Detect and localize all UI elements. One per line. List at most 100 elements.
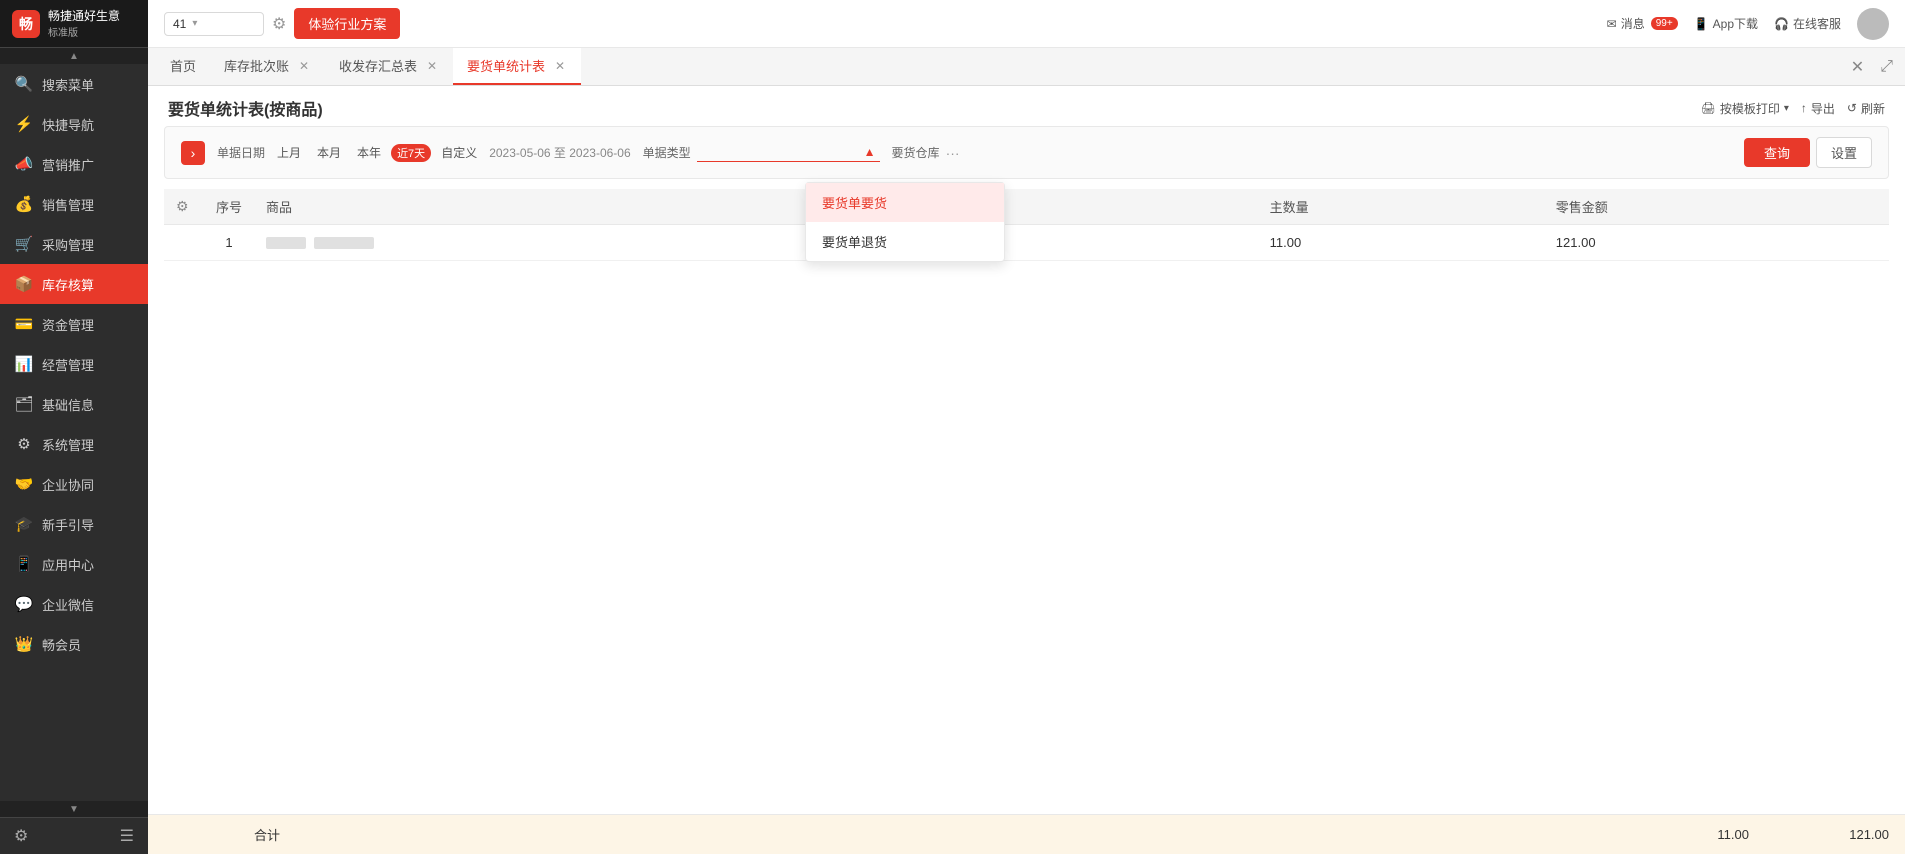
- filter-settings-button[interactable]: 设置: [1816, 137, 1872, 168]
- app-download-btn[interactable]: 📱 App下载: [1694, 15, 1758, 32]
- app-download-label: App下载: [1713, 15, 1758, 32]
- service-icon: 🎧: [1774, 17, 1789, 31]
- tab-close-sendreceive[interactable]: ✕: [425, 59, 439, 73]
- date-shortcut-0[interactable]: 上月: [271, 142, 307, 163]
- sidebar-item-business[interactable]: 📊 经营管理: [0, 344, 148, 384]
- trial-button[interactable]: 体验行业方案: [294, 8, 400, 39]
- type-input[interactable]: [697, 143, 860, 161]
- tab-requisition[interactable]: 要货单统计表✕: [453, 48, 581, 85]
- tab-expand-btn[interactable]: ⤢: [1876, 58, 1897, 76]
- tab-sendreceive[interactable]: 收发存汇总表✕: [325, 48, 453, 85]
- logo-subtitle: 标准版: [48, 24, 120, 39]
- message-btn[interactable]: ✉ 消息 99+: [1607, 15, 1678, 32]
- date-shortcut-4[interactable]: 自定义: [435, 142, 483, 163]
- export-icon: ↑: [1801, 101, 1807, 115]
- footer-settings-icon[interactable]: ⚙: [14, 826, 28, 846]
- table-head: ⚙ 序号 商品 主计量单位 主数量 零售金额: [164, 189, 1889, 225]
- sidebar-item-system[interactable]: ⚙ 系统管理: [0, 424, 148, 464]
- export-label: 导出: [1811, 100, 1835, 117]
- sidebar-item-sales[interactable]: 💰 销售管理: [0, 184, 148, 224]
- sidebar-icon-member: 👑: [14, 634, 34, 654]
- page-header: 要货单统计表(按商品) 🖨 按模板打印 ▾ ↑ 导出 ↺ 刷新: [148, 86, 1905, 126]
- online-service-btn[interactable]: 🎧 在线客服: [1774, 15, 1841, 32]
- filter-expand-btn[interactable]: ›: [181, 141, 205, 165]
- table-body: 1 块 11.00 121.00: [164, 225, 1889, 261]
- sidebar-item-inventory[interactable]: 📦 库存核算: [0, 264, 148, 304]
- print-arrow-icon: ▾: [1784, 103, 1789, 114]
- sidebar-item-wechat[interactable]: 💬 企业微信: [0, 584, 148, 624]
- row-amount-cell: 121.00: [1544, 225, 1889, 261]
- type-select-wrapper: ▲: [697, 143, 880, 162]
- tabbar: 首页库存批次账✕收发存汇总表✕要货单统计表✕ ✕ ⤢: [148, 48, 1905, 86]
- sidebar-item-finance[interactable]: 💳 资金管理: [0, 304, 148, 344]
- message-badge: 99+: [1651, 17, 1678, 30]
- sidebar-label-business: 经营管理: [42, 355, 94, 374]
- sidebar-scroll-up[interactable]: ▲: [0, 48, 148, 64]
- warehouse-more-icon[interactable]: ···: [946, 145, 960, 161]
- sidebar-icon-purchase: 🛒: [14, 234, 34, 254]
- date-shortcut-1[interactable]: 本月: [311, 142, 347, 163]
- refresh-icon: ↺: [1847, 101, 1857, 115]
- sidebar-item-enterprise[interactable]: 🤝 企业协同: [0, 464, 148, 504]
- print-btn[interactable]: 🖨 按模板打印 ▾: [1701, 100, 1789, 117]
- sidebar-logo: 畅 畅捷通好生意 标准版: [0, 0, 148, 48]
- col-quantity-header: 主数量: [1258, 189, 1544, 225]
- sidebar-icon-inventory: 📦: [14, 274, 34, 294]
- sidebar-icon-wechat: 💬: [14, 594, 34, 614]
- store-selector[interactable]: 41 ▾: [164, 12, 264, 36]
- refresh-label: 刷新: [1861, 100, 1885, 117]
- type-arrow-icon[interactable]: ▲: [860, 145, 880, 159]
- logo-title: 畅捷通好生意: [48, 8, 120, 25]
- footer-menu-icon[interactable]: ☰: [120, 826, 134, 846]
- col-product-header: 商品: [254, 189, 853, 225]
- topbar-settings-icon[interactable]: ⚙: [272, 14, 286, 34]
- user-avatar[interactable]: [1857, 8, 1889, 40]
- sidebar-label-search: 搜索菜单: [42, 75, 94, 94]
- page-content: 要货单统计表(按商品) 🖨 按模板打印 ▾ ↑ 导出 ↺ 刷新 ›: [148, 86, 1905, 854]
- sidebar-label-enterprise: 企业协同: [42, 475, 94, 494]
- sidebar-item-marketing[interactable]: 📣 营销推广: [0, 144, 148, 184]
- sidebar-item-member[interactable]: 👑 畅会员: [0, 624, 148, 664]
- refresh-btn[interactable]: ↺ 刷新: [1847, 100, 1885, 117]
- dropdown-item-requisition_return[interactable]: 要货单退货: [806, 222, 1004, 261]
- filter-bar: › 单据日期 上月本月本年近7天自定义 2023-05-06 至 2023-06…: [164, 126, 1889, 179]
- sidebar-scroll-down[interactable]: ▼: [0, 801, 148, 817]
- footer-label: 合计: [254, 825, 280, 844]
- dropdown-item-requisition_order[interactable]: 要货单要货: [806, 183, 1004, 222]
- type-dropdown: 要货单要货要货单退货: [805, 182, 1005, 262]
- sidebar-label-purchase: 采购管理: [42, 235, 94, 254]
- store-name: 41: [173, 17, 186, 31]
- sidebar-icon-marketing: 📣: [14, 154, 34, 174]
- sidebar-item-base[interactable]: 🗂 基础信息: [0, 384, 148, 424]
- sidebar-item-quicknav[interactable]: ⚡ 快捷导航: [0, 104, 148, 144]
- logo-icon: 畅: [12, 10, 40, 38]
- online-service-label: 在线客服: [1793, 15, 1841, 32]
- sidebar-item-search[interactable]: 🔍 搜索菜单: [0, 64, 148, 104]
- tab-label-batch: 库存批次账: [224, 56, 289, 75]
- message-icon: ✉: [1607, 17, 1617, 31]
- sidebar-item-appcenter[interactable]: 📱 应用中心: [0, 544, 148, 584]
- print-icon: 🖨: [1701, 101, 1716, 115]
- tab-close-batch[interactable]: ✕: [297, 59, 311, 73]
- sidebar: 畅 畅捷通好生意 标准版 ▲ 🔍 搜索菜单 ⚡ 快捷导航 📣 营销推广 💰 销售…: [0, 0, 148, 854]
- table-row: 1 块 11.00 121.00: [164, 225, 1889, 261]
- query-button[interactable]: 查询: [1744, 138, 1810, 167]
- product-bar-2: [314, 237, 374, 249]
- date-shortcut-2[interactable]: 本年: [351, 142, 387, 163]
- tab-close-all-btn[interactable]: ✕: [1847, 57, 1868, 77]
- tab-home[interactable]: 首页: [156, 48, 210, 85]
- tab-close-requisition[interactable]: ✕: [553, 59, 567, 73]
- date-shortcut-3[interactable]: 近7天: [391, 144, 431, 162]
- sidebar-item-newguide[interactable]: 🎓 新手引导: [0, 504, 148, 544]
- app-download-icon: 📱: [1694, 17, 1709, 31]
- export-btn[interactable]: ↑ 导出: [1801, 100, 1835, 117]
- sidebar-item-purchase[interactable]: 🛒 采购管理: [0, 224, 148, 264]
- row-product-cell: [254, 225, 853, 261]
- col-settings-icon[interactable]: ⚙: [176, 198, 189, 214]
- sidebar-label-wechat: 企业微信: [42, 595, 94, 614]
- col-num-header: 序号: [204, 189, 254, 225]
- sidebar-icon-appcenter: 📱: [14, 554, 34, 574]
- tab-batch[interactable]: 库存批次账 ✕: [210, 48, 325, 85]
- sidebar-icon-quicknav: ⚡: [14, 114, 34, 134]
- sidebar-icon-system: ⚙: [14, 434, 34, 454]
